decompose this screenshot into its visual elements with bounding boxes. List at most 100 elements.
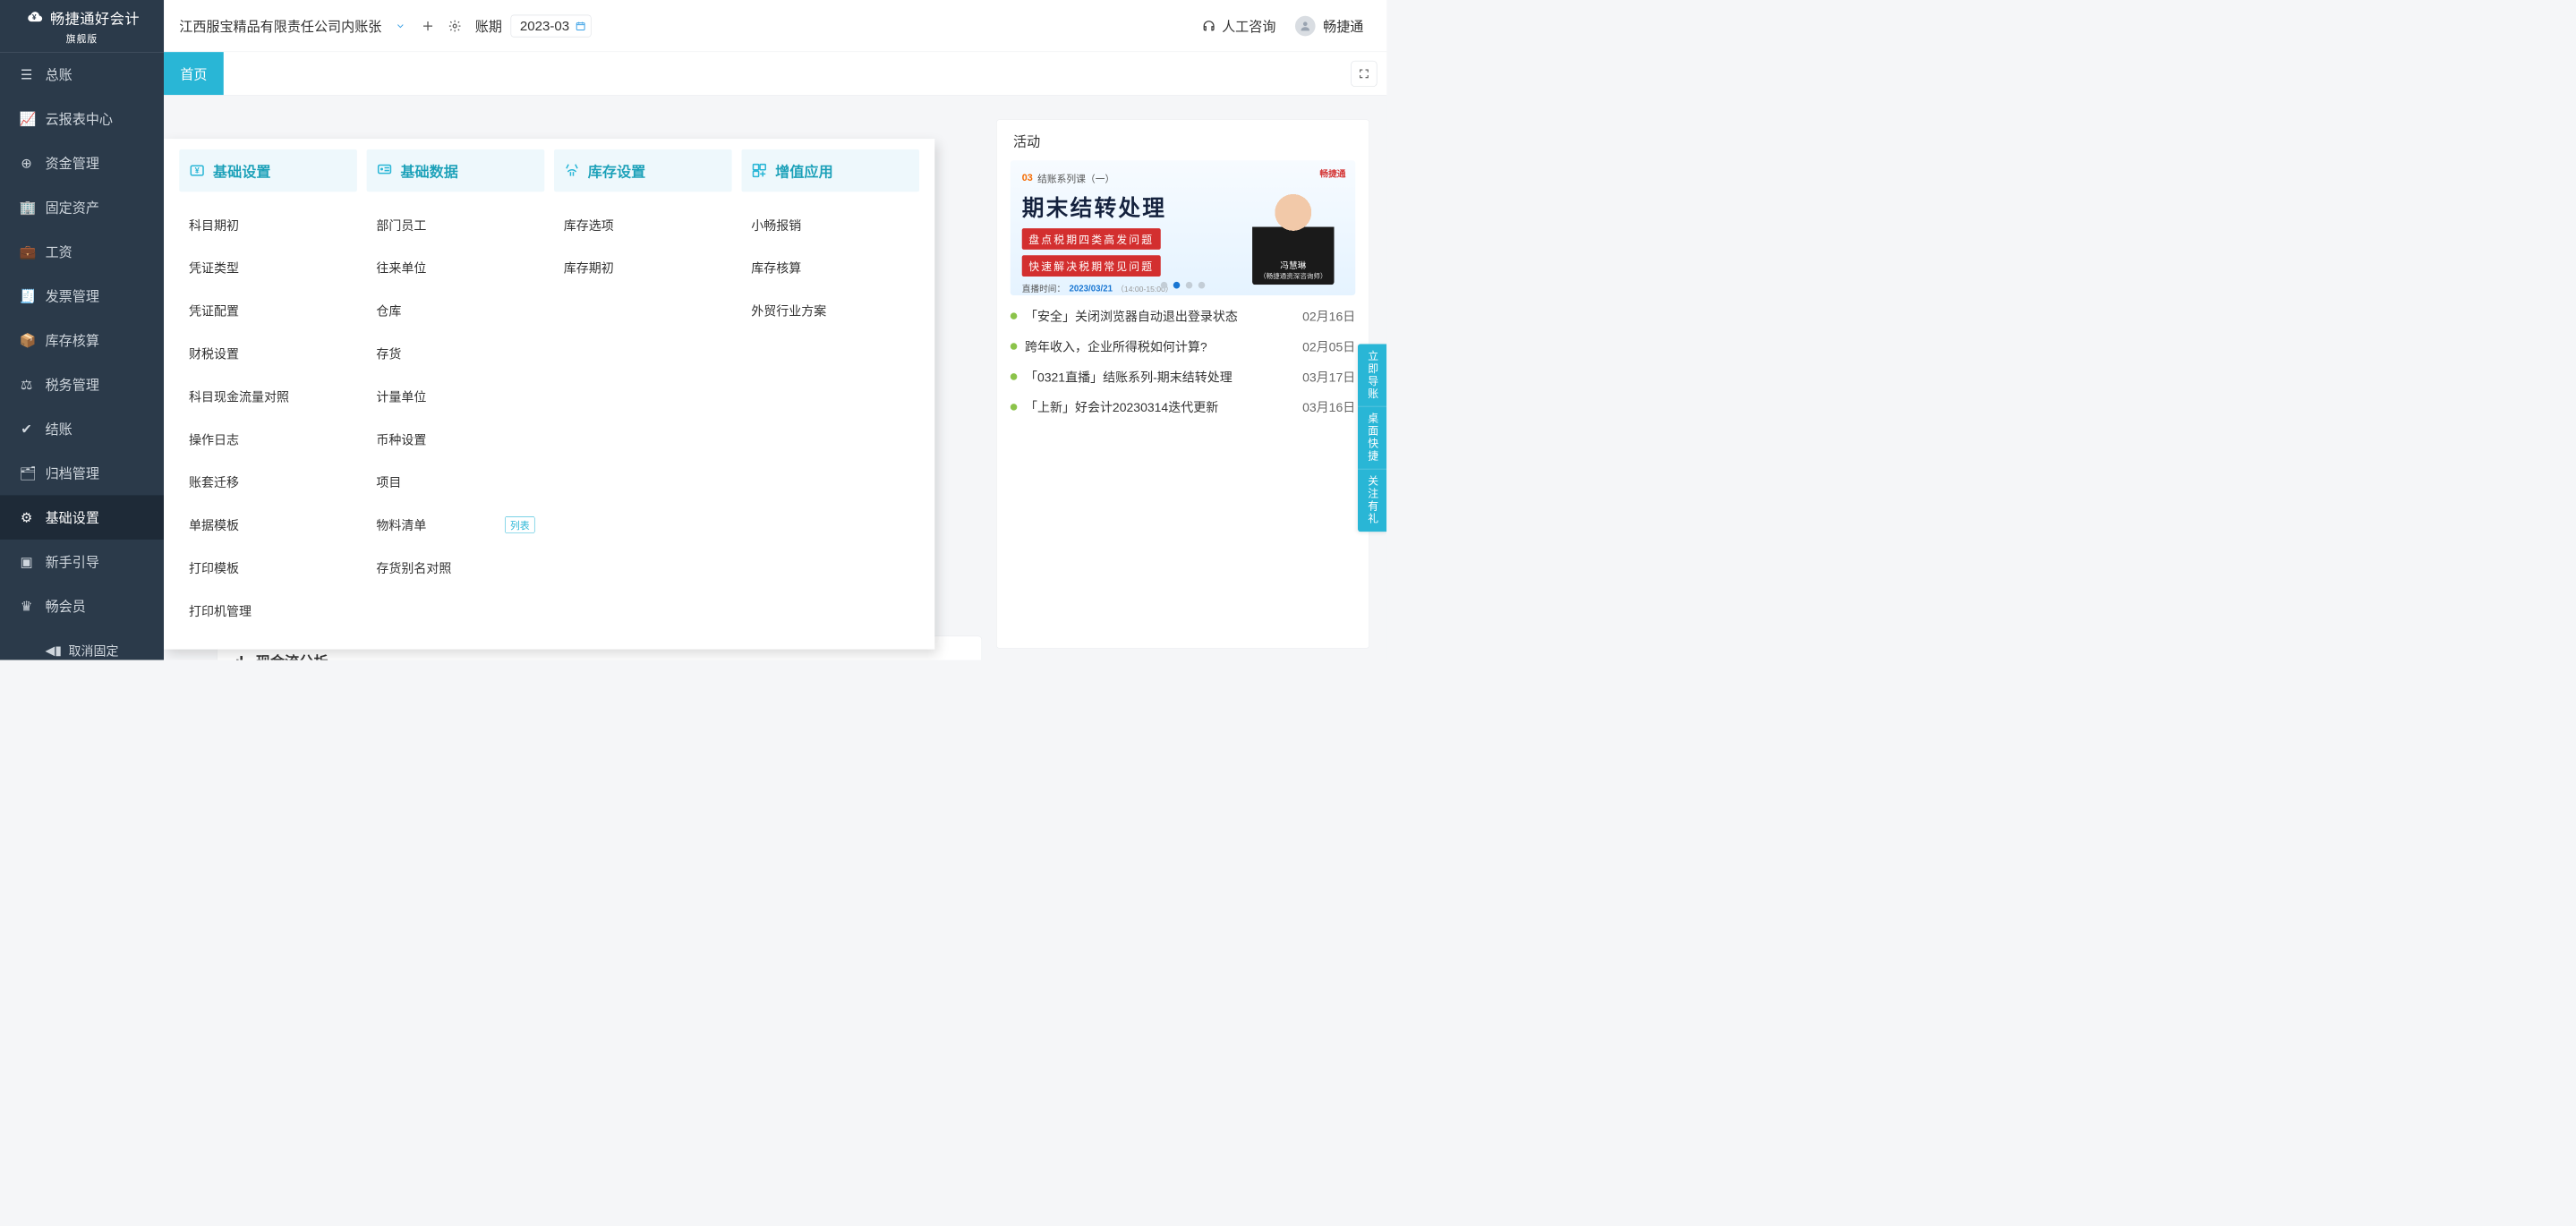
user-menu[interactable]: 畅捷通 — [1295, 15, 1363, 36]
money-icon: ⊕ — [20, 155, 34, 171]
inventory-group-icon — [564, 162, 580, 178]
activity-banner[interactable]: 03 结账系列课（一） 期末结转处理 盘点税期四类高发问题 快速解决税期常见问题… — [1011, 160, 1355, 295]
sidebar-item-close-period[interactable]: ✔结账 — [0, 406, 164, 451]
brand-edition: 旗舰版 — [66, 30, 98, 45]
sidebar-item-vip[interactable]: ♛畅会员 — [0, 583, 164, 628]
news-item[interactable]: 「安全」关闭浏览器自动退出登录状态 02月16日 — [1011, 307, 1355, 325]
mega-item[interactable]: 存货别名对照 — [367, 546, 545, 589]
settings-group-icon: ¥ — [189, 162, 205, 178]
mega-item[interactable]: 项目 — [367, 461, 545, 504]
tabs-row: 首页 — [164, 52, 1386, 95]
mega-item[interactable]: 凭证类型 — [179, 246, 357, 289]
company-selector[interactable]: 江西服宝精品有限责任公司内账张 — [164, 16, 421, 36]
mega-item[interactable]: 科目现金流量对照 — [179, 375, 357, 418]
cloud-logo-icon: ¥ — [24, 7, 45, 28]
mega-item[interactable]: 存货 — [367, 332, 545, 375]
mega-item[interactable]: 计量单位 — [367, 375, 545, 418]
mega-col-inventory-settings: 库存设置 库存选项 库存期初 — [550, 139, 737, 634]
sidebar-item-funds[interactable]: ⊕资金管理 — [0, 140, 164, 185]
box-icon: 📦 — [20, 332, 34, 348]
banner-tag: 03 结账系列课（一） — [1022, 171, 1243, 185]
floating-actions: 立即导账 桌面快捷 关注有礼 — [1358, 344, 1386, 532]
chevron-down-icon — [395, 21, 405, 31]
mega-item[interactable]: 库存期初 — [554, 246, 732, 289]
sidebar-item-archive[interactable]: 🗂归档管理 — [0, 451, 164, 496]
mega-item[interactable]: 部门员工 — [367, 203, 545, 246]
play-icon: ▣ — [20, 554, 34, 570]
mega-item[interactable]: 仓库 — [367, 289, 545, 332]
activity-title: 活动 — [1011, 132, 1355, 151]
content-area: 首页 Icon 暂无 Icon 暂无 Icon 暂无 — [164, 52, 1386, 660]
sidebar-item-report-center[interactable]: 📈云报表中心 — [0, 97, 164, 141]
topbar-right: 人工咨询 畅捷通 — [1202, 15, 1387, 36]
cashflow-title: 现金流分析 — [256, 650, 328, 660]
headset-icon — [1202, 19, 1216, 33]
data-group-icon — [376, 162, 392, 178]
support-label: 人工咨询 — [1222, 16, 1275, 36]
sidebar-item-salary[interactable]: 💼工资 — [0, 229, 164, 274]
mega-item[interactable]: 账套迁移 — [179, 461, 357, 504]
company-settings-button[interactable] — [448, 19, 462, 32]
banner-pill-2: 快速解决税期常见问题 — [1022, 255, 1161, 277]
sidebar-item-inventory[interactable]: 📦库存核算 — [0, 318, 164, 362]
add-company-button[interactable] — [421, 19, 434, 32]
wallet-icon: 💼 — [20, 243, 34, 260]
mega-item[interactable]: 科目期初 — [179, 203, 357, 246]
collapse-icon: ◀▮ — [46, 643, 62, 659]
news-item[interactable]: 跨年收入，企业所得税如何计算? 02月05日 — [1011, 337, 1355, 355]
mega-item[interactable]: 外贸行业方案 — [741, 289, 919, 332]
mega-item[interactable]: 打印模板 — [179, 546, 357, 589]
svg-text:¥: ¥ — [32, 13, 37, 21]
mega-item[interactable]: 币种设置 — [367, 418, 545, 461]
svg-text:¥: ¥ — [195, 166, 200, 175]
mega-head: 增值应用 — [741, 149, 919, 192]
float-follow-button[interactable]: 关注有礼 — [1358, 469, 1386, 532]
mega-item[interactable]: 操作日志 — [179, 418, 357, 461]
sidebar-item-basic-settings[interactable]: ⚙基础设置 — [0, 495, 164, 540]
mega-item[interactable]: 财税设置 — [179, 332, 357, 375]
float-import-button[interactable]: 立即导账 — [1358, 344, 1386, 406]
invoice-icon: 🧾 — [20, 288, 34, 304]
sidebar-item-general-ledger[interactable]: ☰总账 — [0, 52, 164, 97]
mega-item[interactable]: 单据模板 — [179, 504, 357, 547]
main-area: Icon 暂无 Icon 暂无 Icon 暂无 设置 — [164, 96, 1386, 660]
mega-item[interactable]: 打印机管理 — [179, 589, 357, 632]
sidebar-unpin-button[interactable]: ◀▮ 取消固定 — [0, 628, 164, 673]
news-item[interactable]: 「上新」好会计20230314迭代更新 03月16日 — [1011, 398, 1355, 416]
mega-item[interactable]: 物料清单列表 — [367, 504, 545, 547]
mega-item[interactable]: 库存选项 — [554, 203, 732, 246]
fullscreen-button[interactable] — [1351, 61, 1377, 87]
archive-icon: 🗂 — [20, 465, 34, 481]
sidebar-item-tax[interactable]: ⚖税务管理 — [0, 362, 164, 407]
tab-home[interactable]: 首页 — [164, 52, 224, 95]
period-block: 账期 2023-03 — [475, 14, 592, 37]
company-name: 江西服宝精品有限责任公司内账张 — [179, 16, 381, 36]
carousel-dots[interactable] — [1161, 282, 1206, 289]
mega-item[interactable]: 往来单位 — [367, 246, 545, 289]
mega-item[interactable]: 库存核算 — [741, 246, 919, 289]
support-button[interactable]: 人工咨询 — [1202, 16, 1276, 36]
news-list: 「安全」关闭浏览器自动退出登录状态 02月16日 跨年收入，企业所得税如何计算?… — [1011, 307, 1355, 416]
sidebar-item-fixed-assets[interactable]: 🏢固定资产 — [0, 185, 164, 230]
gear-icon: ⚙ — [20, 509, 34, 525]
bullet-icon — [1011, 312, 1018, 319]
mega-col-value-added: 增值应用 小畅报销 库存核算 外贸行业方案 — [737, 139, 924, 634]
news-item[interactable]: 「0321直播」结账系列-期末结转处理 03月17日 — [1011, 368, 1355, 386]
chart-icon: 📈 — [20, 111, 34, 127]
period-value: 2023-03 — [520, 18, 569, 33]
mega-col-basic-data: 基础数据 部门员工 往来单位 仓库 存货 计量单位 币种设置 项目 物料清单列表… — [362, 139, 549, 634]
vip-icon: ♛ — [20, 598, 34, 614]
check-icon: ✔ — [20, 421, 34, 437]
mega-head: 基础数据 — [367, 149, 545, 192]
float-shortcut-button[interactable]: 桌面快捷 — [1358, 406, 1386, 469]
mega-head: 库存设置 — [554, 149, 732, 192]
mega-head: ¥ 基础设置 — [179, 149, 357, 192]
addon-group-icon — [751, 162, 767, 178]
period-picker[interactable]: 2023-03 — [511, 14, 592, 37]
mega-item[interactable]: 凭证配置 — [179, 289, 357, 332]
mega-menu: ¥ 基础设置 科目期初 凭证类型 凭证配置 财税设置 科目现金流量对照 操作日志… — [164, 139, 934, 650]
sidebar-item-guide[interactable]: ▣新手引导 — [0, 540, 164, 584]
bullet-icon — [1011, 373, 1018, 380]
mega-item[interactable]: 小畅报销 — [741, 203, 919, 246]
sidebar-item-invoice[interactable]: 🧾发票管理 — [0, 274, 164, 319]
